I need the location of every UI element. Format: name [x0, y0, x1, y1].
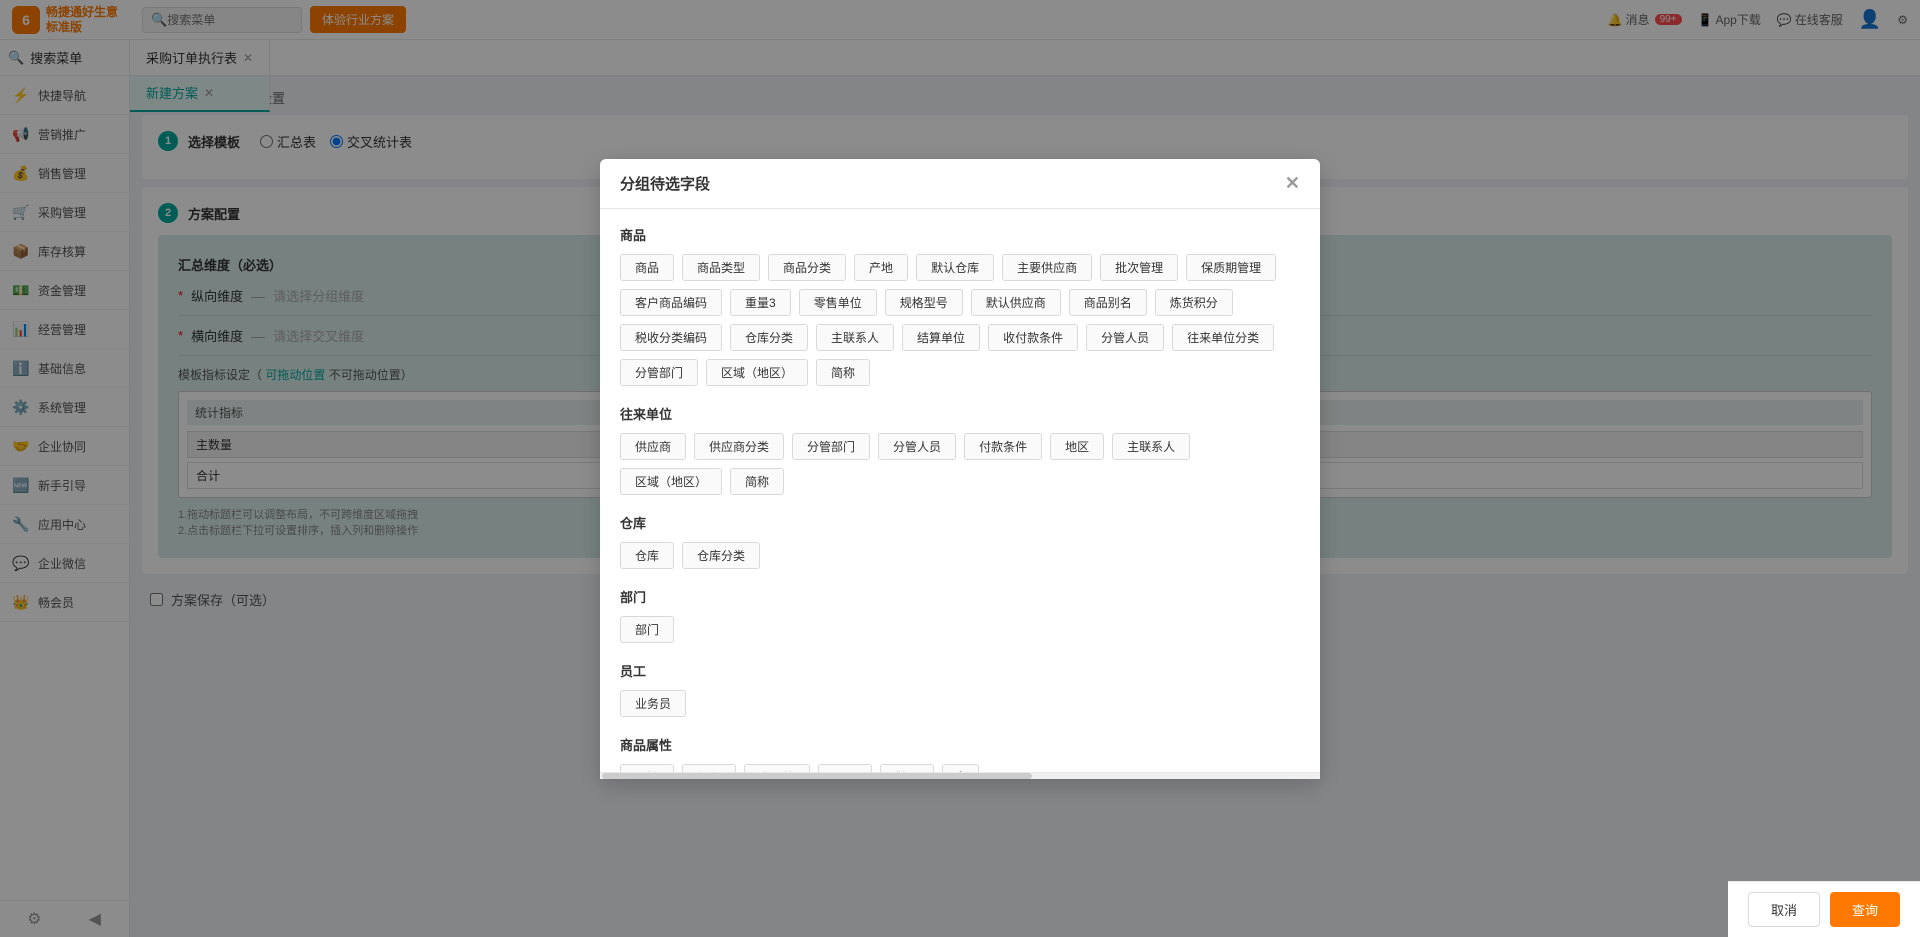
field-tags-往来单位: 供应商供应商分类分管部门分管人员付款条件地区主联系人区域（地区） 简称: [620, 433, 1300, 495]
bottom-actions: 取消 查询: [1728, 881, 1920, 937]
field-tag-1[interactable]: 1: [942, 764, 979, 772]
field-tag-炼货积分[interactable]: 炼货积分: [1155, 289, 1233, 316]
field-tag-属性[interactable]: 属性: [620, 764, 674, 772]
field-tag-颜色[interactable]: 颜色: [682, 764, 736, 772]
field-tag-收付款条件[interactable]: 收付款条件: [988, 324, 1078, 351]
modal-close-btn[interactable]: ✕: [1285, 174, 1300, 192]
field-tag-结算单位[interactable]: 结算单位: [902, 324, 980, 351]
field-tag-商品别名[interactable]: 商品别名: [1069, 289, 1147, 316]
section-title-员工: 员工: [620, 661, 1300, 680]
field-tags-员工: 业务员: [620, 690, 1300, 717]
modal-section-仓库: 仓库仓库仓库分类: [620, 513, 1300, 569]
field-tag-区域（地区）[interactable]: 区域（地区）: [706, 359, 808, 386]
modal-overlay: 分组待选字段 ✕ 商品商品商品类型商品分类产地默认仓库主要供应商批次管理保质期管…: [0, 0, 1920, 937]
field-tag-产地[interactable]: 产地: [854, 254, 908, 281]
modal-section-员工: 员工业务员: [620, 661, 1300, 717]
field-tag-尺码[interactable]: 尺码: [818, 764, 872, 772]
field-tag-仓库分类[interactable]: 仓库分类: [682, 542, 760, 569]
field-tag-重量3[interactable]: 重量3: [730, 289, 791, 316]
field-tag-零售单位[interactable]: 零售单位: [799, 289, 877, 316]
modal-section-商品属性: 商品属性属性颜色多规格尺码鞋码 1: [620, 735, 1300, 772]
field-tag-主联系人[interactable]: 主联系人: [816, 324, 894, 351]
field-tag-分管人员[interactable]: 分管人员: [1086, 324, 1164, 351]
field-tag-主联系人[interactable]: 主联系人: [1112, 433, 1190, 460]
modal-hscroll: [600, 772, 1320, 779]
section-title-商品: 商品: [620, 225, 1300, 244]
confirm-button[interactable]: 查询: [1830, 892, 1900, 927]
section-title-商品属性: 商品属性: [620, 735, 1300, 754]
modal-section-往来单位: 往来单位供应商供应商分类分管部门分管人员付款条件地区主联系人区域（地区） 简称: [620, 404, 1300, 495]
modal-header: 分组待选字段 ✕: [600, 159, 1320, 209]
field-tags-商品属性: 属性颜色多规格尺码鞋码 1: [620, 764, 1300, 772]
modal-dialog: 分组待选字段 ✕ 商品商品商品类型商品分类产地默认仓库主要供应商批次管理保质期管…: [600, 159, 1320, 779]
field-tag-客户商品编码[interactable]: 客户商品编码: [620, 289, 722, 316]
field-tags-仓库: 仓库仓库分类: [620, 542, 1300, 569]
field-tag-多规格[interactable]: 多规格: [744, 764, 810, 772]
field-tag-地区[interactable]: 地区: [1050, 433, 1104, 460]
cancel-button[interactable]: 取消: [1748, 892, 1820, 927]
field-tag-区域（地区）[interactable]: 区域（地区）: [620, 468, 722, 495]
field-tag-分管人员[interactable]: 分管人员: [878, 433, 956, 460]
field-tag-批次管理[interactable]: 批次管理: [1100, 254, 1178, 281]
field-tag-简称[interactable]: 简称: [730, 468, 784, 495]
field-tag-供应商[interactable]: 供应商: [620, 433, 686, 460]
field-tag-默认供应商[interactable]: 默认供应商: [971, 289, 1061, 316]
modal-hscroll-bar: [602, 773, 1032, 779]
field-tag-规格型号[interactable]: 规格型号: [885, 289, 963, 316]
field-tag-税收分类编码[interactable]: 税收分类编码: [620, 324, 722, 351]
field-tag-分管部门[interactable]: 分管部门: [792, 433, 870, 460]
modal-section-商品: 商品商品商品类型商品分类产地默认仓库主要供应商批次管理保质期管理客户商品编码重量…: [620, 225, 1300, 386]
field-tag-商品类型[interactable]: 商品类型: [682, 254, 760, 281]
modal-section-部门: 部门部门: [620, 587, 1300, 643]
field-tag-鞋码[interactable]: 鞋码: [880, 764, 934, 772]
modal-body: 商品商品商品类型商品分类产地默认仓库主要供应商批次管理保质期管理客户商品编码重量…: [600, 209, 1320, 772]
section-title-往来单位: 往来单位: [620, 404, 1300, 423]
field-tag-分管部门[interactable]: 分管部门: [620, 359, 698, 386]
field-tags-部门: 部门: [620, 616, 1300, 643]
field-tag-简称[interactable]: 简称: [816, 359, 870, 386]
field-tag-业务员[interactable]: 业务员: [620, 690, 686, 717]
field-tag-保质期管理[interactable]: 保质期管理: [1186, 254, 1276, 281]
field-tag-默认仓库[interactable]: 默认仓库: [916, 254, 994, 281]
field-tag-付款条件[interactable]: 付款条件: [964, 433, 1042, 460]
modal-title: 分组待选字段: [620, 173, 710, 194]
field-tag-仓库分类[interactable]: 仓库分类: [730, 324, 808, 351]
field-tag-仓库[interactable]: 仓库: [620, 542, 674, 569]
field-tag-商品分类[interactable]: 商品分类: [768, 254, 846, 281]
field-tags-商品: 商品商品类型商品分类产地默认仓库主要供应商批次管理保质期管理客户商品编码重量3 零…: [620, 254, 1300, 386]
field-tag-供应商分类[interactable]: 供应商分类: [694, 433, 784, 460]
section-title-仓库: 仓库: [620, 513, 1300, 532]
section-title-部门: 部门: [620, 587, 1300, 606]
field-tag-部门[interactable]: 部门: [620, 616, 674, 643]
field-tag-主要供应商[interactable]: 主要供应商: [1002, 254, 1092, 281]
field-tag-商品[interactable]: 商品: [620, 254, 674, 281]
field-tag-往来单位分类[interactable]: 往来单位分类: [1172, 324, 1274, 351]
